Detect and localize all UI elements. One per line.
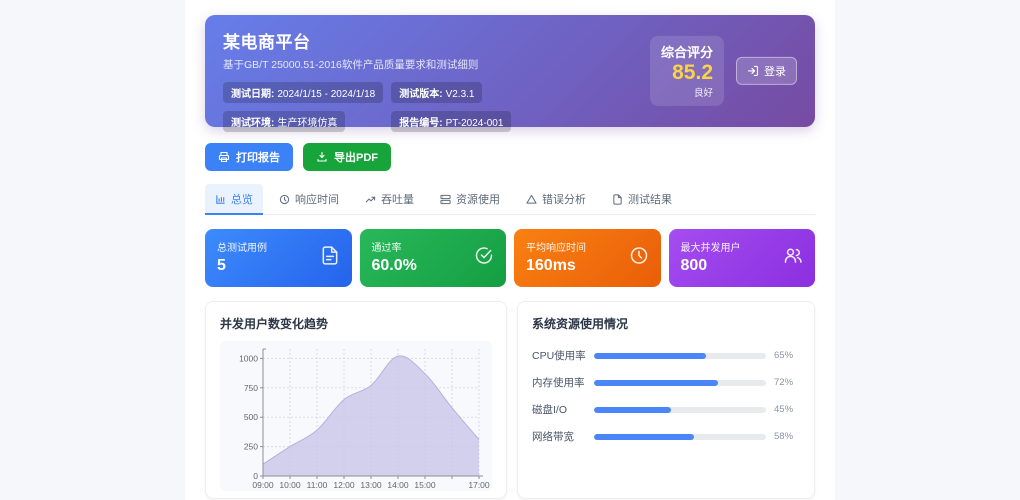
resource-label: 内存使用率	[532, 377, 585, 389]
login-button-label: 登录	[764, 65, 786, 78]
progress-track	[594, 379, 766, 386]
users-icon	[783, 246, 803, 271]
tab-test-results[interactable]: 测试结果	[602, 184, 682, 215]
svg-text:0: 0	[253, 471, 258, 481]
system-resources-panel: 系统资源使用情况 CPU使用率 65% 内存使用率 72% 磁盘I/O 45%	[517, 301, 815, 499]
warning-icon	[526, 194, 537, 205]
file-icon	[612, 193, 623, 205]
resource-percent: 65%	[774, 350, 794, 361]
login-icon	[747, 65, 759, 77]
tab-overview[interactable]: 总览	[205, 184, 263, 215]
tab-error-analysis-label: 错误分析	[542, 194, 586, 206]
tab-response-time-label: 响应时间	[295, 194, 339, 206]
tab-overview-label: 总览	[231, 194, 253, 206]
tag-test-version-value: V2.3.1	[445, 89, 475, 100]
score-grade: 良好	[693, 88, 713, 100]
tag-test-date-value: 2024/1/15 - 2024/1/18	[277, 89, 376, 100]
tag-report-no-value: PT-2024-001	[445, 118, 504, 129]
svg-text:17:00: 17:00	[468, 480, 490, 490]
tag-test-version: 测试版本: V2.3.1	[391, 82, 483, 103]
tab-resource-usage[interactable]: 资源使用	[430, 184, 510, 215]
progress-fill	[594, 433, 694, 440]
tag-report-no: 报告编号: PT-2024-001	[391, 111, 512, 132]
report-page: 某电商平台 基于GB/T 25000.51-2016软件产品质量要求和测试细则 …	[185, 0, 835, 500]
export-pdf-button[interactable]: 导出PDF	[303, 143, 391, 171]
svg-text:12:00: 12:00	[333, 480, 355, 490]
clock-icon	[629, 246, 649, 271]
resource-label: 磁盘I/O	[532, 404, 568, 416]
tag-test-version-label: 测试版本:	[399, 89, 443, 100]
tab-resource-usage-label: 资源使用	[456, 194, 500, 206]
tab-throughput[interactable]: 吞吐量	[355, 184, 424, 215]
tag-test-date: 测试日期: 2024/1/15 - 2024/1/18	[223, 82, 384, 103]
server-icon	[440, 194, 451, 205]
progress-track	[594, 406, 766, 413]
resource-row-network: 网络带宽 58%	[532, 429, 800, 444]
clock-icon	[279, 194, 290, 205]
progress-track	[594, 352, 766, 359]
svg-text:500: 500	[244, 412, 258, 422]
bar-chart-icon	[215, 194, 226, 205]
resource-row-memory: 内存使用率 72%	[532, 375, 800, 390]
resource-percent: 45%	[774, 404, 794, 415]
overall-score-box: 综合评分 85.2 良好	[649, 35, 724, 107]
resources-title: 系统资源使用情况	[532, 317, 629, 331]
resource-row-disk: 磁盘I/O 45%	[532, 402, 800, 417]
stat-cards-row: 总测试用例 5 通过率 60.0% 平均响应时间 160ms 最大并发用户 80…	[205, 229, 815, 287]
tab-response-time[interactable]: 响应时间	[269, 184, 349, 215]
check-circle-icon	[474, 246, 494, 271]
svg-text:15:00: 15:00	[414, 480, 436, 490]
svg-text:14:00: 14:00	[387, 480, 409, 490]
resource-label: CPU使用率	[532, 350, 586, 362]
tab-throughput-label: 吞吐量	[381, 194, 414, 206]
concurrent-users-panel: 并发用户数变化趋势 09:00 10:00 11:00 12:00 13:00 14:00…	[205, 301, 507, 499]
svg-text:09:00: 09:00	[252, 480, 274, 490]
tag-test-env-value: 生产环境仿真	[277, 118, 338, 129]
resource-row-cpu: CPU使用率 65%	[532, 348, 800, 363]
svg-text:11:00: 11:00	[307, 480, 328, 490]
progress-fill	[594, 352, 706, 359]
login-button[interactable]: 登录	[736, 56, 797, 85]
report-header: 某电商平台 基于GB/T 25000.51-2016软件产品质量要求和测试细则 …	[205, 15, 815, 132]
print-report-label: 打印报告	[236, 152, 280, 164]
report-tabs: 总览 响应时间 吞吐量 资源使用 错误分析 测试结果	[205, 184, 815, 215]
resource-percent: 72%	[774, 377, 794, 388]
stat-card-avg-response: 平均响应时间 160ms	[514, 229, 661, 287]
trend-icon	[365, 194, 376, 205]
trend-chart-title: 并发用户数变化趋势	[220, 317, 329, 331]
svg-text:13:00: 13:00	[360, 480, 382, 490]
toolbar: 打印报告 导出PDF	[205, 143, 815, 171]
tag-report-no-label: 报告编号:	[399, 118, 443, 129]
trend-chart: 09:00 10:00 11:00 12:00 13:00 14:00 15:00 17:00…	[220, 341, 492, 491]
stat-card-max-concurrent: 最大并发用户 800	[668, 229, 815, 287]
export-pdf-label: 导出PDF	[334, 152, 378, 164]
print-report-button[interactable]: 打印报告	[205, 143, 293, 171]
resource-label: 网络带宽	[532, 431, 574, 443]
stat-card-pass-rate: 通过率 60.0%	[359, 229, 506, 287]
tab-error-analysis[interactable]: 错误分析	[516, 184, 596, 215]
svg-text:750: 750	[244, 383, 258, 393]
tag-test-date-label: 测试日期:	[231, 89, 275, 100]
tag-test-env: 测试环境: 生产环境仿真	[223, 111, 346, 132]
stat-card-total-cases: 总测试用例 5	[205, 229, 352, 287]
score-value: 85.2	[672, 60, 713, 84]
score-label: 综合评分	[660, 44, 713, 60]
progress-track	[594, 433, 766, 440]
tag-test-env-label: 测试环境:	[231, 118, 275, 129]
printer-icon	[218, 151, 230, 163]
tab-test-results-label: 测试结果	[628, 194, 672, 206]
progress-fill	[594, 406, 672, 413]
bottom-panels: 并发用户数变化趋势 09:00 10:00 11:00 12:00 13:00 14:00…	[205, 301, 815, 499]
download-icon	[316, 151, 328, 163]
svg-text:10:00: 10:00	[279, 480, 301, 490]
svg-text:250: 250	[244, 442, 258, 452]
document-icon	[320, 246, 340, 271]
trend-area-chart: 09:00 10:00 11:00 12:00 13:00 14:00 15:00 17:00…	[239, 348, 490, 490]
progress-fill	[594, 379, 718, 386]
svg-text:1000: 1000	[239, 353, 258, 363]
resource-percent: 58%	[774, 431, 794, 442]
resource-rows: CPU使用率 65% 内存使用率 72% 磁盘I/O 45% 网络带宽 58%	[532, 348, 800, 444]
